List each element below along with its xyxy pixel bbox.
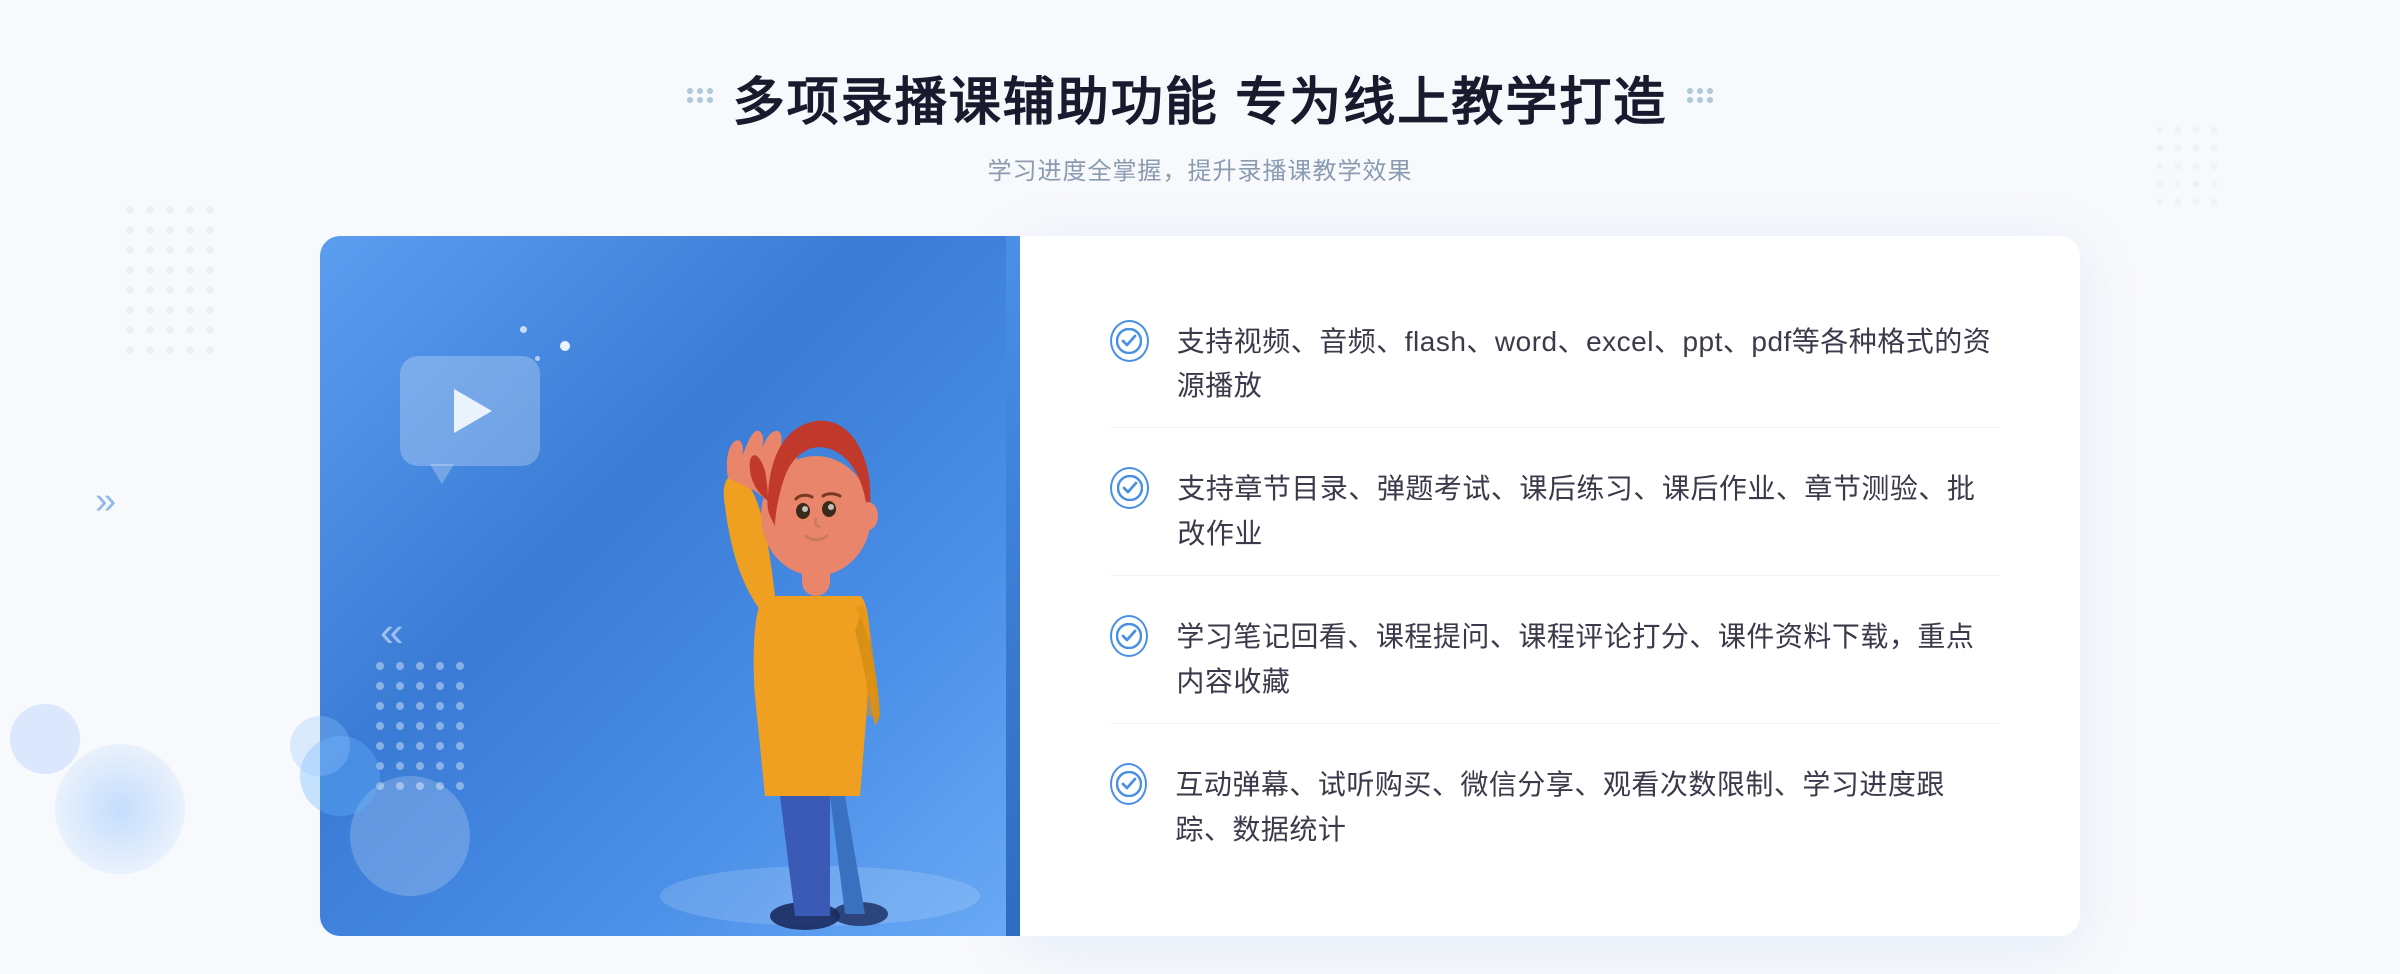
check-icon-3: [1110, 615, 1148, 657]
outer-circle-small: [10, 704, 80, 774]
sub-title: 学习进度全掌握，提升录播课教学效果: [685, 151, 1715, 186]
play-bubble-shape: [400, 356, 540, 466]
outer-circle-large: [55, 744, 185, 874]
feature-item-4: 互动弹幕、试听购买、微信分享、观看次数限制、学习进度跟踪、数据统计: [1110, 745, 2000, 871]
illustration-arrows: «: [380, 608, 393, 656]
check-icon-1: [1110, 320, 1149, 362]
gradient-side-bar: [1006, 236, 1020, 936]
illustration-area: «: [320, 236, 1020, 936]
title-decorator-right: [1685, 86, 1715, 110]
content-wrapper: «: [320, 236, 2080, 936]
sparkle-2: [520, 326, 527, 333]
feature-item-2: 支持章节目录、弹题考试、课后练习、课后作业、章节测验、批改作业: [1110, 449, 2000, 576]
title-decorator-left: [685, 86, 715, 110]
page-container: /* dots rendered below */ »: [0, 0, 2400, 974]
character-illustration: [620, 316, 1000, 936]
feature-text-2: 支持章节目录、弹题考试、课后练习、课后作业、章节测验、批改作业: [1177, 467, 2000, 557]
bg-dots-left: /* dots rendered below */: [120, 200, 280, 400]
check-icon-2: [1110, 467, 1149, 509]
play-icon: [454, 389, 492, 433]
main-title: 多项录播课辅助功能 专为线上教学打造: [733, 60, 1667, 135]
bg-dots-right: [2150, 120, 2250, 240]
arrow-left-decoration: »: [95, 480, 108, 523]
check-icon-4: [1110, 763, 1147, 805]
feature-item-1: 支持视频、音频、flash、word、excel、ppt、pdf等各种格式的资源…: [1110, 302, 2000, 429]
header-section: 多项录播课辅助功能 专为线上教学打造 学习进度全掌握，提升录播课教学效果: [685, 60, 1715, 186]
sparkle-3: [535, 356, 540, 361]
blue-circle-tiny: [290, 716, 350, 776]
sparkle-1: [560, 341, 570, 351]
feature-item-3: 学习笔记回看、课程提问、课程评论打分、课件资料下载，重点内容收藏: [1110, 597, 2000, 724]
feature-text-4: 互动弹幕、试听购买、微信分享、观看次数限制、学习进度跟踪、数据统计: [1175, 763, 2000, 853]
play-bubble: [400, 356, 560, 496]
features-area: 支持视频、音频、flash、word、excel、ppt、pdf等各种格式的资源…: [1020, 236, 2080, 936]
feature-text-1: 支持视频、音频、flash、word、excel、ppt、pdf等各种格式的资源…: [1177, 320, 2000, 410]
header-title-row: 多项录播课辅助功能 专为线上教学打造: [685, 60, 1715, 135]
feature-text-3: 学习笔记回看、课程提问、课程评论打分、课件资料下载，重点内容收藏: [1176, 615, 2000, 705]
